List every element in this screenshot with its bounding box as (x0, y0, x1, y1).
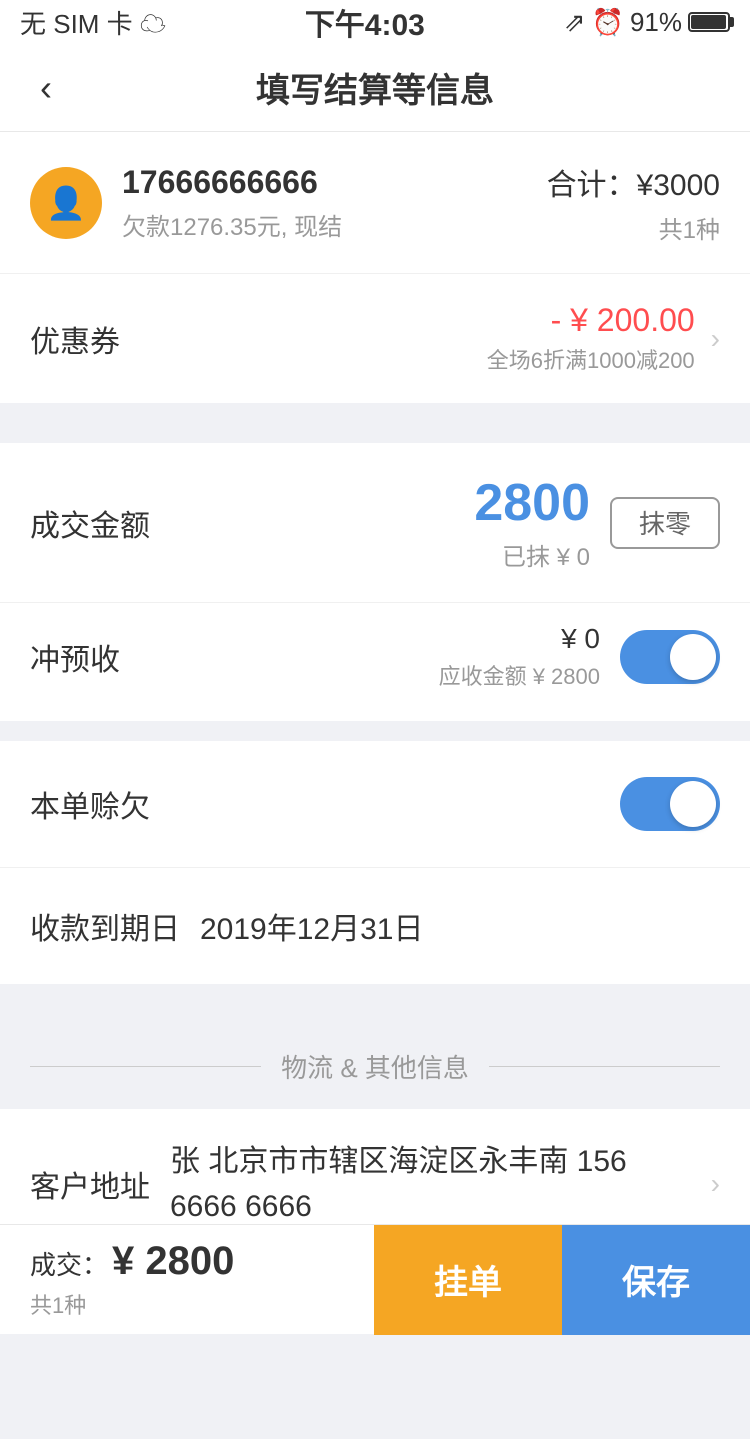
divider-line-right (489, 1066, 720, 1067)
battery-percent: 91% (630, 7, 682, 38)
due-date-row: 收款到期日 2019年12月31日 (0, 867, 750, 984)
avatar: 👤 (30, 167, 102, 239)
customer-info: 17666666666 欠款1276.35元, 现结 (122, 164, 342, 242)
page-title: 填写结算等信息 (256, 63, 494, 112)
customer-right: 合计：¥3000 共1种 (547, 160, 720, 245)
status-bar: 无 SIM 卡 ☁ 下午4:03 ⇗ ⏰ 91% (0, 0, 750, 44)
divider-line-left (30, 1066, 261, 1067)
coupon-discount: - ¥ 200.00 (487, 302, 695, 339)
status-time: 下午4:03 (305, 0, 425, 44)
round-button[interactable]: 抹零 (610, 497, 720, 549)
sim-signal: 无 SIM 卡 ☁ (20, 4, 166, 41)
debt-card: 本单赊欠 收款到期日 2019年12月31日 (0, 741, 750, 984)
debt-toggle-knob (670, 781, 716, 827)
debt-toggle[interactable] (620, 777, 720, 831)
order-total: 合计：¥3000 (547, 160, 720, 204)
save-button[interactable]: 保存 (562, 1225, 750, 1335)
rush-prepay-sub: 应收金额 ¥ 2800 (439, 659, 600, 691)
avatar-icon: 👤 (46, 184, 86, 222)
rush-prepay-right: ¥ 0 应收金额 ¥ 2800 (439, 623, 720, 691)
rush-prepay-values: ¥ 0 应收金额 ¥ 2800 (439, 623, 600, 691)
due-date-label: 收款到期日 (30, 904, 180, 948)
debt-row: 本单赊欠 (0, 741, 750, 867)
status-right: ⇗ ⏰ 91% (564, 7, 730, 38)
customer-card: 👤 17666666666 欠款1276.35元, 现结 合计：¥3000 共1… (0, 132, 750, 403)
amount-row: 成交金额 2800 已抹 ¥ 0 抹零 (0, 443, 750, 602)
gap2 (0, 721, 750, 741)
customer-left: 👤 17666666666 欠款1276.35元, 现结 (30, 164, 342, 242)
battery-icon (688, 12, 730, 32)
divider-text: 物流 & 其他信息 (281, 1048, 469, 1085)
coupon-chevron-icon: › (711, 323, 720, 355)
hold-button[interactable]: 挂单 (374, 1225, 562, 1335)
address-chevron-icon: › (711, 1168, 720, 1200)
nav-bar: ‹ 填写结算等信息 (0, 44, 750, 132)
order-count: 共1种 (547, 210, 720, 245)
location-icon: ⇗ (564, 7, 586, 38)
customer-phone: 17666666666 (122, 164, 342, 201)
coupon-label: 优惠券 (30, 317, 120, 361)
bottom-deal-label: 成交： (30, 1245, 108, 1282)
amount-sub: 已抹 ¥ 0 (474, 537, 590, 572)
coupon-value-block: - ¥ 200.00 全场6折满1000减200 (487, 302, 695, 375)
coupon-right: - ¥ 200.00 全场6折满1000减200 › (487, 302, 720, 375)
gap1 (0, 423, 750, 443)
bottom-bar: 成交： ¥ 2800 共1种 挂单 保存 (0, 1224, 750, 1334)
customer-row: 👤 17666666666 欠款1276.35元, 现结 合计：¥3000 共1… (0, 132, 750, 273)
bottom-summary: 成交： ¥ 2800 共1种 (0, 1239, 374, 1320)
debt-label: 本单赊欠 (30, 782, 150, 826)
due-date-value: 2019年12月31日 (200, 904, 423, 948)
address-value: 张 北京市市辖区海淀区永丰南 156 6666 6666 (150, 1139, 711, 1229)
coupon-desc: 全场6折满1000减200 (487, 343, 695, 375)
rush-prepay-amount: ¥ 0 (439, 623, 600, 655)
customer-debt: 欠款1276.35元, 现结 (122, 207, 342, 242)
bottom-count: 共1种 (30, 1288, 344, 1320)
toggle-knob (670, 634, 716, 680)
address-label: 客户地址 (30, 1162, 150, 1206)
coupon-row[interactable]: 优惠券 - ¥ 200.00 全场6折满1000减200 › (0, 273, 750, 403)
amount-label: 成交金额 (30, 501, 150, 545)
bottom-amount: ¥ 2800 (112, 1239, 234, 1284)
alarm-icon: ⏰ (592, 7, 624, 38)
section-divider: 物流 & 其他信息 (0, 1024, 750, 1109)
amount-section: 成交金额 2800 已抹 ¥ 0 抹零 冲预收 ¥ 0 应收金额 ¥ 2800 (0, 443, 750, 721)
status-left: 无 SIM 卡 ☁ (20, 4, 166, 41)
back-button[interactable]: ‹ (30, 57, 62, 119)
amount-value: 2800 (474, 473, 590, 533)
bottom-deal-row: 成交： ¥ 2800 (30, 1239, 344, 1284)
amount-right: 2800 已抹 ¥ 0 抹零 (474, 473, 720, 572)
gap3 (0, 1004, 750, 1024)
rush-prepay-row: 冲预收 ¥ 0 应收金额 ¥ 2800 (0, 602, 750, 721)
rush-prepay-toggle[interactable] (620, 630, 720, 684)
rush-prepay-label: 冲预收 (30, 635, 120, 679)
